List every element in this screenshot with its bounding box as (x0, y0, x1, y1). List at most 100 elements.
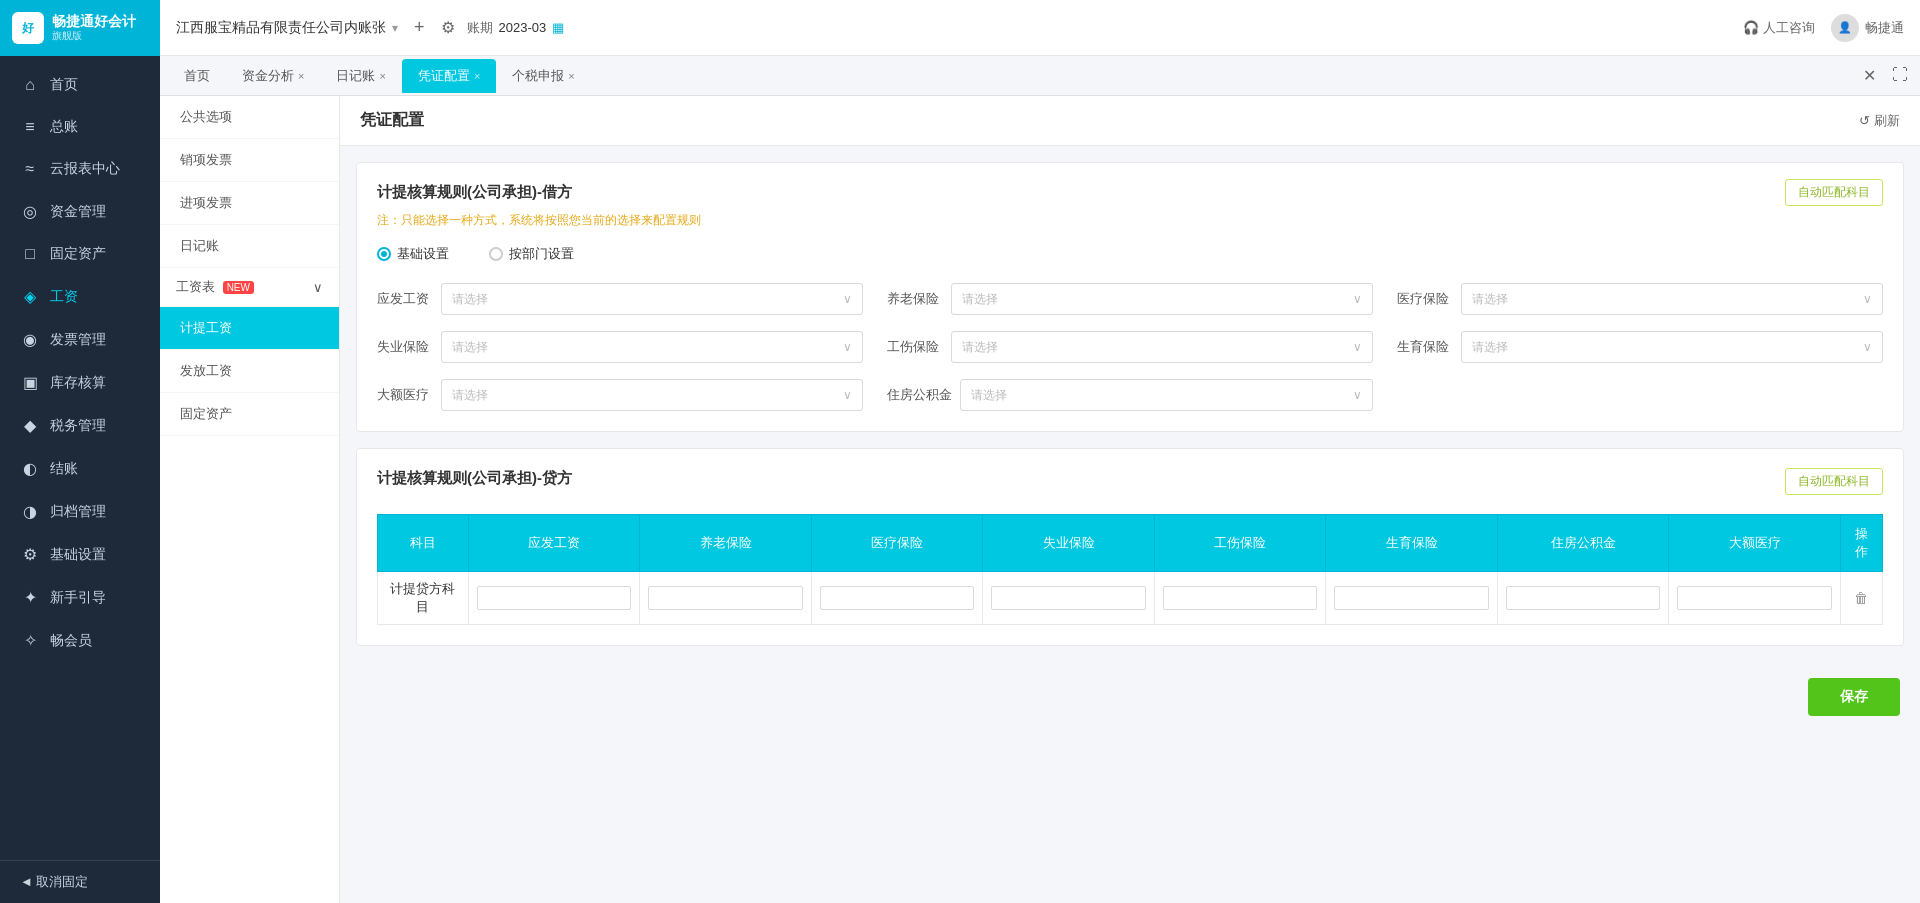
tab-tax[interactable]: 个税申报 × (496, 59, 590, 93)
sybx-select[interactable]: 请选择 ∨ (441, 331, 863, 363)
consult-button[interactable]: 🎧 人工咨询 (1743, 19, 1815, 37)
td-deyly[interactable] (1669, 572, 1840, 625)
sidebar-item-tax[interactable]: ◆ 税务管理 (0, 404, 160, 447)
tab-voucher-close[interactable]: × (474, 70, 480, 82)
debit-form-grid: 应发工资 请选择 ∨ 养老保险 请选择 ∨ 医疗 (377, 283, 1883, 411)
capital-icon: ◎ (20, 202, 40, 221)
debit-auto-match-button[interactable]: 自动匹配科目 (1785, 179, 1883, 206)
yfgz-select[interactable]: 请选择 ∨ (441, 283, 863, 315)
top-header: 江西服宝精品有限责任公司内账张 ▾ + ⚙ 账期 2023-03 ▦ 🎧 人工咨… (160, 0, 1920, 56)
new-badge: NEW (223, 281, 254, 294)
sidebar-label-invoice: 发票管理 (50, 331, 106, 349)
table-row: 计提贷方科目 🗑 (378, 572, 1883, 625)
debit-section-note: 注：只能选择一种方式，系统将按照您当前的选择来配置规则 (377, 212, 1883, 229)
username: 畅捷通 (1865, 19, 1904, 37)
input-deyly[interactable] (1677, 586, 1831, 610)
input-yfgz[interactable] (477, 586, 631, 610)
credit-auto-match-button[interactable]: 自动匹配科目 (1785, 468, 1883, 495)
input-sybx2[interactable] (1334, 586, 1488, 610)
logo-sub: 旗舰版 (52, 29, 136, 43)
td-zfgjj[interactable] (1497, 572, 1668, 625)
sidebar-label-assets: 固定资产 (50, 245, 106, 263)
yfgz-placeholder: 请选择 (452, 291, 488, 308)
sec-item-sales[interactable]: 销项发票 (160, 139, 339, 182)
tab-home[interactable]: 首页 (168, 59, 226, 93)
input-gsbx[interactable] (1163, 586, 1317, 610)
sec-label-public: 公共选项 (180, 109, 232, 124)
delete-row-icon[interactable]: 🗑 (1854, 590, 1868, 606)
gsbx-select[interactable]: 请选择 ∨ (951, 331, 1373, 363)
td-delete[interactable]: 🗑 (1840, 572, 1882, 625)
add-account-button[interactable]: + (410, 17, 429, 38)
tab-tax-close[interactable]: × (568, 70, 574, 82)
sec-group-salary-table[interactable]: 工资表 NEW ∨ (160, 268, 339, 307)
td-gsbx[interactable] (1154, 572, 1325, 625)
ylbx2-select[interactable]: 请选择 ∨ (1461, 283, 1883, 315)
sec-label-purchase: 进项发票 (180, 195, 232, 210)
ledger-icon: ≡ (20, 118, 40, 136)
unpin-button[interactable]: ◄ 取消固定 (0, 860, 160, 903)
logo-icon: 好 (12, 12, 44, 44)
sidebar-item-salary[interactable]: ◈ 工资 (0, 275, 160, 318)
sec-item-pay-salary[interactable]: 发放工资 (160, 350, 339, 393)
guide-icon: ✦ (20, 588, 40, 607)
sidebar-item-member[interactable]: ✧ 畅会员 (0, 619, 160, 662)
input-ylbx[interactable] (648, 586, 802, 610)
zfgjj-select[interactable]: 请选择 ∨ (960, 379, 1373, 411)
close-tab-icon[interactable]: ✕ (1859, 62, 1880, 89)
td-sybx2[interactable] (1326, 572, 1497, 625)
tab-journal[interactable]: 日记账 × (320, 59, 401, 93)
sidebar-item-archive[interactable]: ◑ 归档管理 (0, 490, 160, 533)
input-ylbx2[interactable] (820, 586, 974, 610)
th-zfgjj: 住房公积金 (1497, 515, 1668, 572)
sec-item-fixed-assets[interactable]: 固定资产 (160, 393, 339, 436)
sec-item-journal[interactable]: 日记账 (160, 225, 339, 268)
user-menu[interactable]: 👤 畅捷通 (1831, 14, 1904, 42)
td-ylbx[interactable] (640, 572, 811, 625)
sybx2-select[interactable]: 请选择 ∨ (1461, 331, 1883, 363)
td-sybx[interactable] (983, 572, 1154, 625)
sidebar-item-invoice[interactable]: ◉ 发票管理 (0, 318, 160, 361)
calendar-icon[interactable]: ▦ (552, 20, 564, 35)
sidebar-item-reports[interactable]: ≈ 云报表中心 (0, 148, 160, 190)
expand-icon: ∨ (313, 280, 323, 295)
ylbx-label: 养老保险 (887, 290, 943, 308)
deyly-select[interactable]: 请选择 ∨ (441, 379, 863, 411)
tab-capital-close[interactable]: × (298, 70, 304, 82)
sybx2-placeholder: 请选择 (1472, 339, 1508, 356)
input-sybx[interactable] (991, 586, 1145, 610)
tab-journal-close[interactable]: × (379, 70, 385, 82)
credit-section: 计提核算规则(公司承担)-贷方 自动匹配科目 科目 应发工资 养老保险 医疗保险… (356, 448, 1904, 646)
company-selector[interactable]: 江西服宝精品有限责任公司内账张 ▾ (176, 19, 398, 37)
td-yfgz[interactable] (468, 572, 639, 625)
radio-dept[interactable]: 按部门设置 (489, 245, 574, 263)
maximize-icon[interactable]: ⛶ (1888, 62, 1912, 89)
tab-capital[interactable]: 资金分析 × (226, 59, 320, 93)
radio-basic-circle (377, 247, 391, 261)
save-button[interactable]: 保存 (1808, 678, 1900, 716)
sidebar-item-closing[interactable]: ◐ 结账 (0, 447, 160, 490)
sidebar-item-settings[interactable]: ⚙ 基础设置 (0, 533, 160, 576)
settings-button[interactable]: ⚙ (441, 18, 455, 37)
sidebar-item-ledger[interactable]: ≡ 总账 (0, 106, 160, 148)
sec-label-fixed-assets: 固定资产 (180, 406, 232, 421)
sidebar-item-guide[interactable]: ✦ 新手引导 (0, 576, 160, 619)
refresh-button[interactable]: ↺ 刷新 (1859, 112, 1900, 130)
sidebar-item-inventory[interactable]: ▣ 库存核算 (0, 361, 160, 404)
td-ylbx2[interactable] (811, 572, 982, 625)
field-ylbx2: 医疗保险 请选择 ∨ (1397, 283, 1883, 315)
radio-basic[interactable]: 基础设置 (377, 245, 449, 263)
period-selector[interactable]: 账期 2023-03 ▦ (467, 19, 565, 37)
sec-item-public[interactable]: 公共选项 (160, 96, 339, 139)
tab-voucher[interactable]: 凭证配置 × (402, 59, 496, 93)
sec-item-purchase[interactable]: 进项发票 (160, 182, 339, 225)
sidebar-item-capital[interactable]: ◎ 资金管理 (0, 190, 160, 233)
sidebar-item-home[interactable]: ⌂ 首页 (0, 64, 160, 106)
deyly-chevron-icon: ∨ (843, 388, 852, 402)
archive-icon: ◑ (20, 502, 40, 521)
sec-label-salary-table: 工资表 (176, 279, 215, 294)
sidebar-item-assets[interactable]: □ 固定资产 (0, 233, 160, 275)
sec-item-calc-salary[interactable]: 计提工资 (160, 307, 339, 350)
ylbx-select[interactable]: 请选择 ∨ (951, 283, 1373, 315)
input-zfgjj[interactable] (1506, 586, 1660, 610)
